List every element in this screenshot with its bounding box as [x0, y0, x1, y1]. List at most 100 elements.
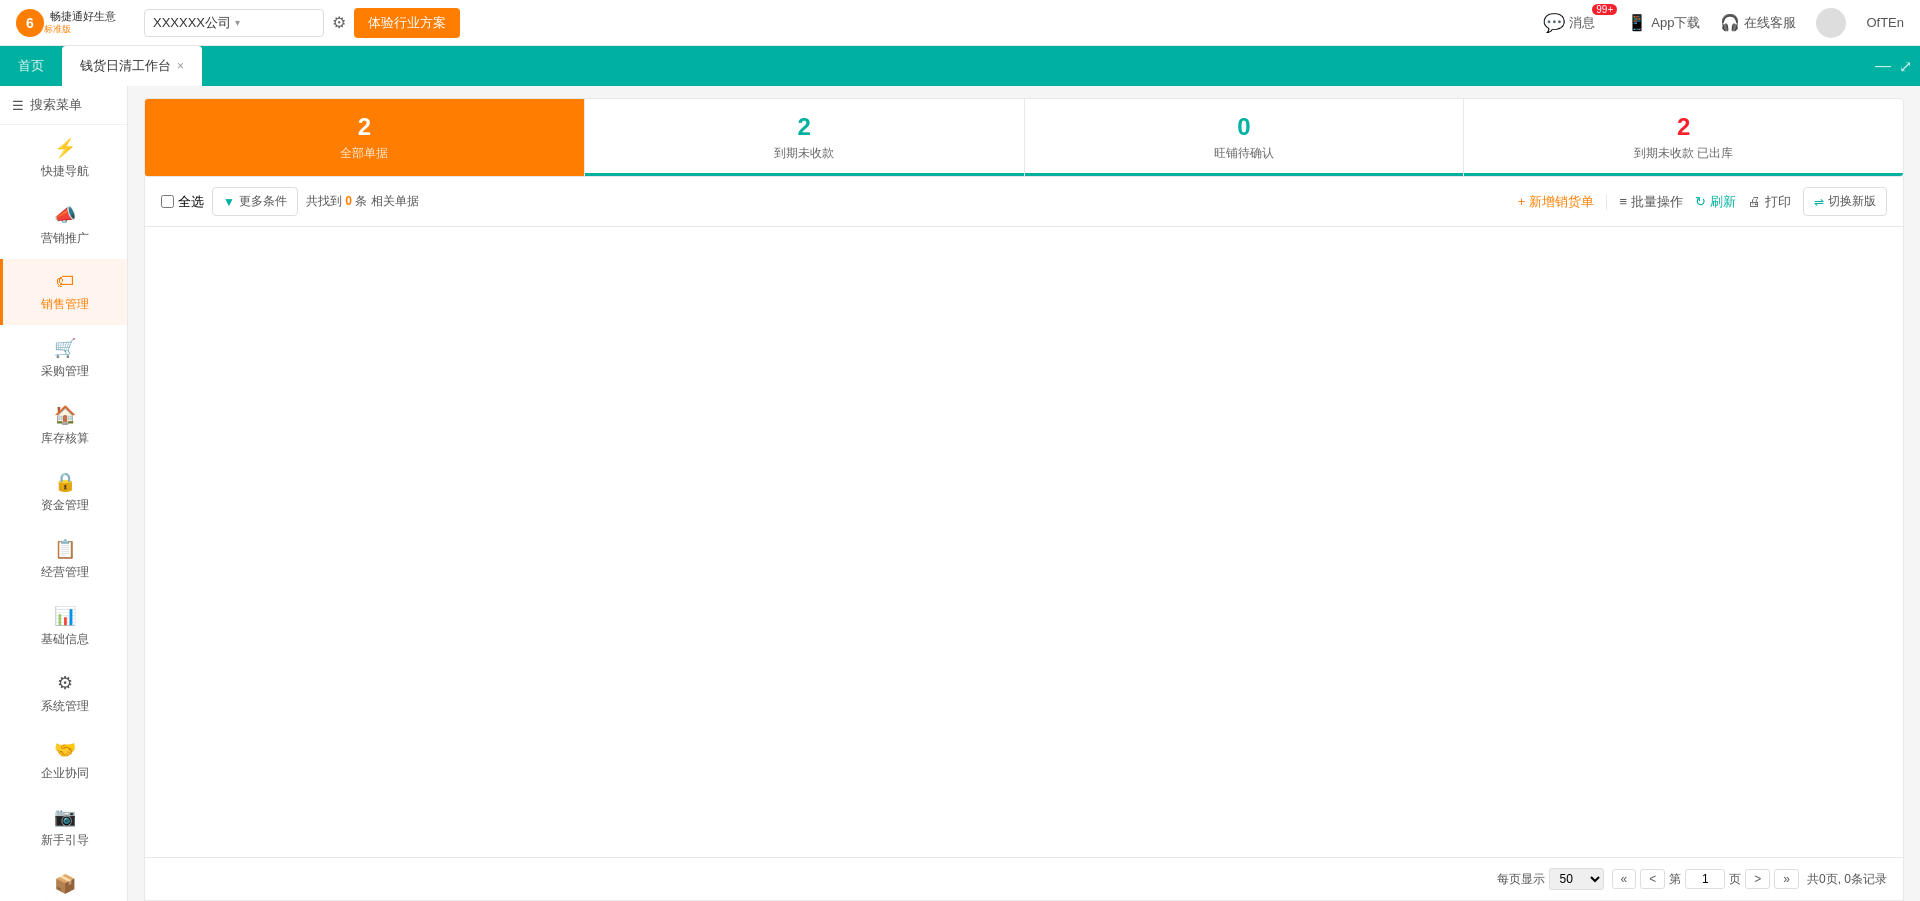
sidebar-item-cooperation-label: 企业协同 — [41, 765, 89, 782]
refresh-button[interactable]: ↻ 刷新 — [1695, 193, 1736, 211]
sidebar-item-app-center[interactable]: 📦 应用中心 — [0, 861, 127, 901]
username[interactable]: OfTEn — [1866, 15, 1904, 30]
tab-close-icon[interactable]: × — [177, 59, 184, 73]
per-page-select[interactable]: 50 10 20 100 — [1549, 868, 1604, 890]
filter-label: 更多条件 — [239, 193, 287, 210]
sidebar-item-inventory-label: 库存核算 — [41, 430, 89, 447]
stat-overdue-out[interactable]: 2 到期未收款 已出库 — [1464, 99, 1903, 176]
found-unit: 条 — [355, 194, 367, 208]
sidebar-item-basic-info[interactable]: 📊 基础信息 — [0, 593, 127, 660]
stat-all-underline — [145, 173, 584, 176]
company-selector[interactable]: XXXXXX公司 ▾ — [144, 9, 324, 37]
logo-icon: 6 — [16, 9, 44, 37]
stat-pending-underline — [1025, 173, 1464, 176]
stat-overdue-out-underline — [1464, 173, 1903, 176]
last-page-button[interactable]: » — [1774, 869, 1799, 889]
page-summary: 共0页, 0条记录 — [1807, 871, 1887, 888]
batch-label: 批量操作 — [1631, 193, 1683, 211]
nav-right-buttons: — ⤢ — [1875, 57, 1920, 76]
sidebar-item-sales[interactable]: 🏷 销售管理 — [0, 259, 127, 325]
sidebar-item-purchase[interactable]: 🛒 采购管理 — [0, 325, 127, 392]
print-button[interactable]: 🖨 打印 — [1748, 193, 1791, 211]
avatar[interactable] — [1816, 8, 1846, 38]
settings-icon[interactable]: ⚙ — [332, 13, 346, 32]
stat-all-label: 全部单据 — [340, 145, 388, 162]
sidebar-item-operations-label: 经营管理 — [41, 564, 89, 581]
page-input[interactable] — [1685, 869, 1725, 889]
stat-all-num: 2 — [358, 113, 371, 141]
sidebar-item-purchase-label: 采购管理 — [41, 363, 89, 380]
select-all-input[interactable] — [161, 195, 174, 208]
sidebar-item-cooperation[interactable]: 🤝 企业协同 — [0, 727, 127, 794]
switch-version-button[interactable]: ⇌ 切换新版 — [1803, 187, 1887, 216]
batch-operations-button[interactable]: ≡ 批量操作 — [1619, 193, 1683, 211]
sidebar-item-finance-label: 资金管理 — [41, 497, 89, 514]
sidebar-item-sales-label: 销售管理 — [41, 296, 89, 313]
more-filter-button[interactable]: ▼ 更多条件 — [212, 187, 298, 216]
search-menu-label: 搜索菜单 — [30, 96, 82, 114]
sidebar-item-operations[interactable]: 📋 经营管理 — [0, 526, 127, 593]
headset-icon: 🎧 — [1720, 13, 1740, 32]
stat-overdue-out-num: 2 — [1677, 113, 1690, 141]
stat-overdue-num: 2 — [797, 113, 810, 141]
tab-cashflow-label: 钱货日清工作台 — [80, 57, 171, 75]
stat-overdue-underline — [585, 173, 1024, 176]
toolbar: 全选 ▼ 更多条件 共找到 0 条 相关单据 + 新增销货单 — [144, 177, 1904, 227]
logo-name: 畅捷通好生意 — [50, 9, 116, 23]
minimize-icon[interactable]: — — [1875, 57, 1891, 75]
stat-all[interactable]: 2 全部单据 — [145, 99, 585, 176]
inventory-icon: 🏠 — [54, 404, 76, 426]
guide-icon: 📷 — [54, 806, 76, 828]
system-icon: ⚙ — [57, 672, 73, 694]
search-menu[interactable]: ☰ 搜索菜单 — [0, 86, 127, 125]
operations-icon: 📋 — [54, 538, 76, 560]
add-icon: + — [1518, 194, 1526, 209]
sidebar-item-finance[interactable]: 🔒 资金管理 — [0, 459, 127, 526]
select-all-checkbox[interactable]: 全选 — [161, 193, 204, 211]
sidebar-item-basic-info-label: 基础信息 — [41, 631, 89, 648]
service-label: 在线客服 — [1744, 14, 1796, 32]
stat-pending[interactable]: 0 旺铺待确认 — [1025, 99, 1465, 176]
app-download-label: App下载 — [1651, 14, 1700, 32]
message-label: 消息 — [1569, 14, 1595, 32]
pagination: 每页显示 50 10 20 100 « < 第 页 > » 共0页, 0条记录 — [144, 858, 1904, 901]
topbar-right: 💬 消息 99+ 📱 App下载 🎧 在线客服 OfTEn — [1543, 8, 1904, 38]
maximize-icon[interactable]: ⤢ — [1899, 57, 1912, 76]
purchase-icon: 🛒 — [54, 337, 76, 359]
online-service-button[interactable]: 🎧 在线客服 — [1720, 13, 1796, 32]
app-download-button[interactable]: 📱 App下载 — [1627, 13, 1700, 32]
finance-icon: 🔒 — [54, 471, 76, 493]
found-prefix: 共找到 — [306, 194, 342, 208]
sidebar-item-guide[interactable]: 📷 新手引导 — [0, 794, 127, 861]
quick-nav-icon: ⚡ — [54, 137, 76, 159]
topbar: 6 畅捷通好生意 标准版 XXXXXX公司 ▾ ⚙ 体验行业方案 💬 消息 99… — [0, 0, 1920, 46]
page-size-selector: 每页显示 50 10 20 100 — [1497, 868, 1604, 890]
tab-cashflow[interactable]: 钱货日清工作台 × — [62, 46, 202, 86]
empty-state — [145, 227, 1903, 857]
sidebar-item-quick-nav[interactable]: ⚡ 快捷导航 — [0, 125, 127, 192]
menu-icon: ☰ — [12, 98, 24, 113]
logo-sub: 标准版 — [44, 23, 116, 36]
message-button[interactable]: 💬 消息 99+ — [1543, 12, 1607, 34]
sales-icon: 🏷 — [56, 271, 74, 292]
industry-button[interactable]: 体验行业方案 — [354, 8, 460, 38]
tab-home[interactable]: 首页 — [0, 46, 62, 86]
print-icon: 🖨 — [1748, 194, 1761, 209]
sidebar-item-inventory[interactable]: 🏠 库存核算 — [0, 392, 127, 459]
stat-pending-num: 0 — [1237, 113, 1250, 141]
divider-1 — [1606, 194, 1607, 210]
mobile-icon: 📱 — [1627, 13, 1647, 32]
next-page-button[interactable]: > — [1745, 869, 1770, 889]
prev-page-button[interactable]: < — [1640, 869, 1665, 889]
found-suffix: 相关单据 — [371, 194, 419, 208]
content-area: 2 全部单据 2 到期未收款 0 旺铺待确认 2 到期未收款 已出库 — [128, 86, 1920, 901]
sidebar-item-system[interactable]: ⚙ 系统管理 — [0, 660, 127, 727]
stat-overdue[interactable]: 2 到期未收款 — [585, 99, 1025, 176]
add-order-button[interactable]: + 新增销货单 — [1518, 193, 1595, 211]
refresh-label: 刷新 — [1710, 193, 1736, 211]
stat-overdue-label: 到期未收款 — [774, 145, 834, 162]
basic-info-icon: 📊 — [54, 605, 76, 627]
sidebar-item-marketing[interactable]: 📣 营销推广 — [0, 192, 127, 259]
switch-label: 切换新版 — [1828, 193, 1876, 210]
first-page-button[interactable]: « — [1612, 869, 1637, 889]
